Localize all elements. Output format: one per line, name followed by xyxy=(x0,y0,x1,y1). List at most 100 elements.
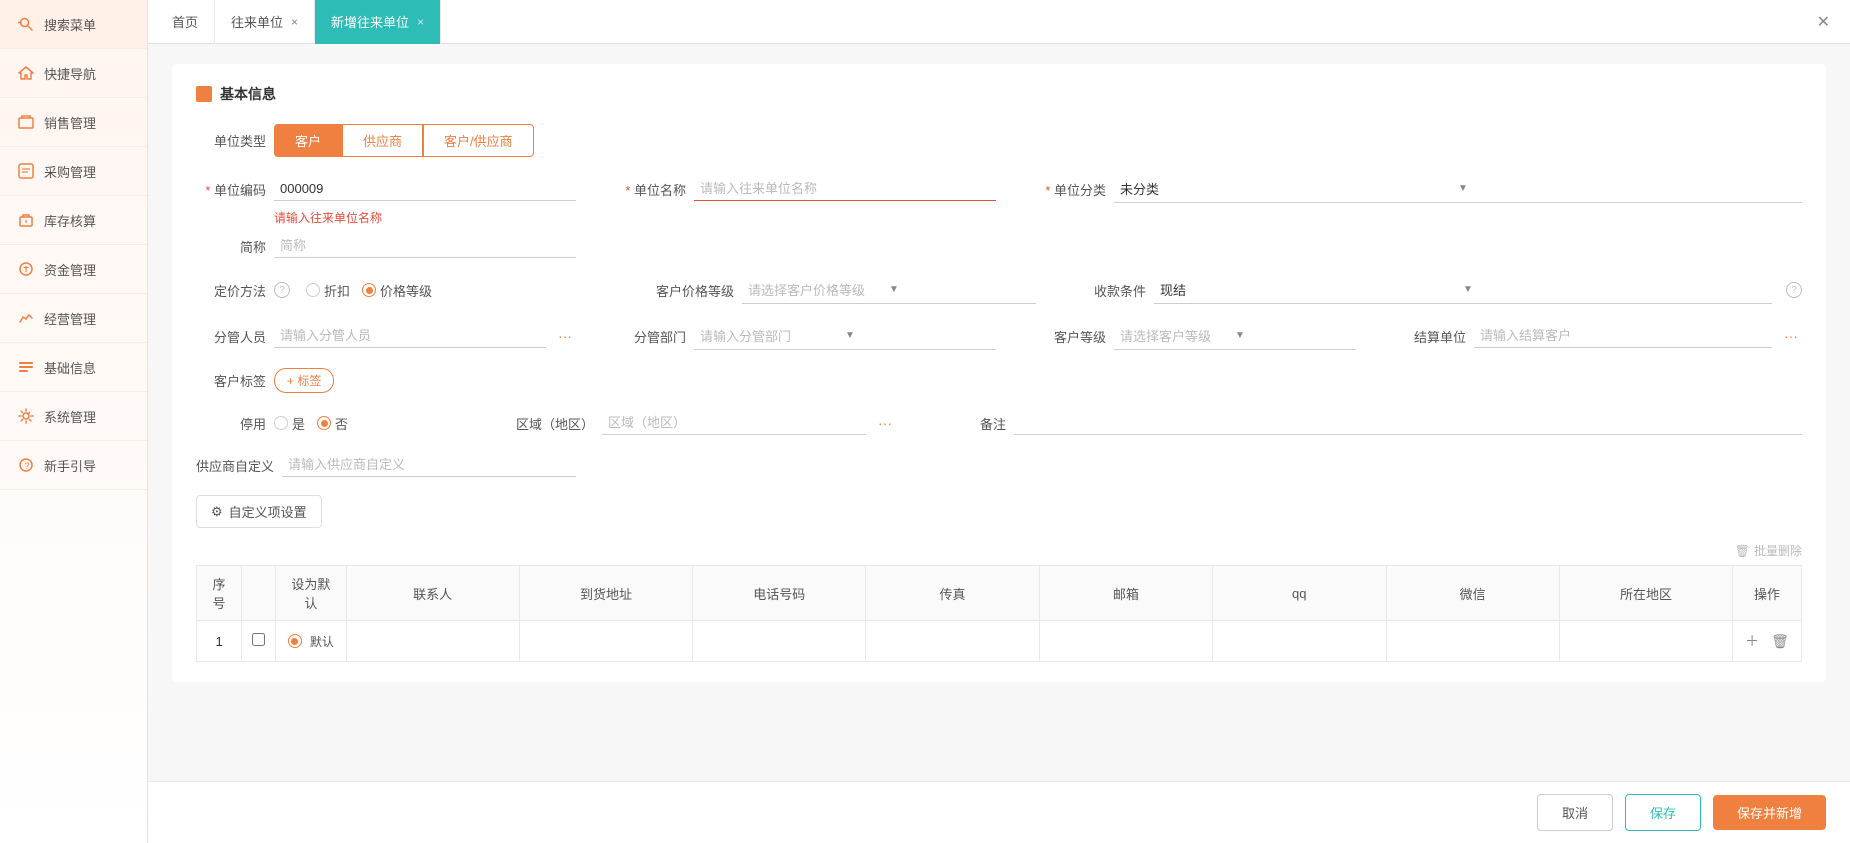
sidebar-finance-label: 资金管理 xyxy=(44,260,96,279)
manager-more-icon[interactable]: ··· xyxy=(554,328,576,344)
window-close-button[interactable]: ✕ xyxy=(1805,12,1842,32)
abbr-input[interactable] xyxy=(274,234,576,258)
settlement-field: 结算单位 ··· xyxy=(1396,324,1802,348)
unit-category-select[interactable]: 未分类 ▼ xyxy=(1114,175,1802,203)
yes-label: 是 xyxy=(292,414,305,433)
row-wechat[interactable] xyxy=(1386,621,1559,662)
sidebar-item-baseinfo[interactable]: 基础信息 xyxy=(0,343,147,392)
unit-type-buttons: 客户 供应商 客户/供应商 xyxy=(274,124,534,157)
address-input[interactable] xyxy=(530,634,682,649)
region-table-input[interactable] xyxy=(1570,634,1722,649)
unit-type-customer[interactable]: 客户 xyxy=(274,124,342,157)
row-region[interactable] xyxy=(1559,621,1732,662)
sidebar-item-system[interactable]: 系统管理 xyxy=(0,392,147,441)
sidebar-inventory-label: 库存核算 xyxy=(44,211,96,230)
wechat-input[interactable] xyxy=(1397,634,1549,649)
sidebar-guide-label: 新手引导 xyxy=(44,456,96,475)
tab-new-partner[interactable]: 新增往来单位 × xyxy=(315,0,441,44)
dept-select[interactable]: 请输入分管部门 ▼ xyxy=(694,322,996,350)
add-tag-button[interactable]: + 标签 xyxy=(274,368,334,393)
row-checkbox[interactable] xyxy=(242,621,276,662)
payment-help-icon[interactable]: ? xyxy=(1786,282,1802,298)
remark-field: 备注 xyxy=(936,411,1802,435)
sales-icon xyxy=(16,112,36,132)
tab-home[interactable]: 首页 xyxy=(156,0,215,44)
remark-input[interactable] xyxy=(1014,411,1802,435)
row-delete-button[interactable]: 🗑 xyxy=(1769,629,1791,653)
row-check-input[interactable] xyxy=(252,633,265,646)
sidebar-item-quicknav[interactable]: 快捷导航 xyxy=(0,49,147,98)
tab-partners[interactable]: 往来单位 × xyxy=(215,0,315,44)
sidebar-sales-label: 销售管理 xyxy=(44,113,96,132)
sidebar-item-purchase[interactable]: 采购管理 xyxy=(0,147,147,196)
row-address[interactable] xyxy=(519,621,692,662)
sidebar-item-inventory[interactable]: 库存核算 xyxy=(0,196,147,245)
tab-new-partner-close[interactable]: × xyxy=(417,15,424,29)
customer-level-select[interactable]: 请选择客户等级 ▼ xyxy=(1114,322,1356,350)
contact-table-wrapper: 序号 设为默认 联系人 到货地址 电话号码 传真 邮箱 qq 微信 所在地区 操… xyxy=(196,565,1802,662)
save-button[interactable]: 保存 xyxy=(1625,794,1701,831)
qq-input[interactable] xyxy=(1223,634,1376,649)
supplier-custom-input[interactable] xyxy=(282,453,576,477)
region-more-icon[interactable]: ··· xyxy=(874,415,896,431)
row-add-button[interactable]: ＋ xyxy=(1743,629,1761,653)
pricing-radio-level[interactable]: 价格等级 xyxy=(362,281,432,300)
sidebar-item-sales[interactable]: 销售管理 xyxy=(0,98,147,147)
pricing-radio-discount[interactable]: 折扣 xyxy=(306,281,350,300)
row-default-radio[interactable]: 默认 xyxy=(286,633,335,650)
remark-label: 备注 xyxy=(936,414,1006,433)
tab-partners-close[interactable]: × xyxy=(291,15,298,29)
row-actions: ＋ 🗑 xyxy=(1733,621,1802,662)
pricing-row: 定价方法 ? 折扣 价格等级 xyxy=(196,276,1802,304)
custom-settings-button[interactable]: ⚙ 自定义项设置 xyxy=(196,495,322,528)
region-input[interactable] xyxy=(602,411,866,435)
payment-select[interactable]: 现结 ▼ xyxy=(1154,276,1772,304)
batch-delete[interactable]: 🗑 批量删除 xyxy=(196,542,1802,559)
unit-type-row: 单位类型 客户 供应商 客户/供应商 xyxy=(196,124,1802,157)
row-contact[interactable] xyxy=(346,621,519,662)
unit-type-both[interactable]: 客户/供应商 xyxy=(423,124,534,157)
sidebar-item-guide[interactable]: ? 新手引导 xyxy=(0,441,147,490)
contact-input[interactable] xyxy=(357,634,509,649)
sidebar-item-operation[interactable]: 经营管理 xyxy=(0,294,147,343)
customer-level-field: 客户等级 请选择客户等级 ▼ xyxy=(1036,322,1356,350)
disabled-no[interactable]: 否 xyxy=(317,414,348,433)
row-qq[interactable] xyxy=(1213,621,1387,662)
row-fax[interactable] xyxy=(866,621,1039,662)
pricing-radio-group: 折扣 价格等级 xyxy=(306,281,432,300)
phone-input[interactable] xyxy=(703,634,855,649)
section-title-text: 基本信息 xyxy=(220,84,276,104)
unit-name-field: 单位名称 xyxy=(616,177,996,201)
disabled-yes[interactable]: 是 xyxy=(274,414,305,433)
settlement-input[interactable] xyxy=(1474,324,1772,348)
pricing-field: 定价方法 ? 折扣 价格等级 xyxy=(196,281,616,300)
save-and-new-button[interactable]: 保存并新增 xyxy=(1713,795,1826,830)
unit-code-input[interactable] xyxy=(274,177,576,201)
chevron-down-icon: ▼ xyxy=(1458,183,1796,194)
unit-code-label: 单位编码 xyxy=(196,180,266,199)
info-icon xyxy=(16,357,36,377)
settlement-more-icon[interactable]: ··· xyxy=(1780,328,1802,344)
sidebar-item-search[interactable]: 搜索菜单 xyxy=(0,0,147,49)
sidebar-item-finance[interactable]: 资金管理 xyxy=(0,245,147,294)
customer-price-select[interactable]: 请选择客户价格等级 ▼ xyxy=(742,276,1036,304)
email-input[interactable] xyxy=(1050,634,1202,649)
unit-name-input[interactable] xyxy=(694,177,996,201)
unit-category-label: 单位分类 xyxy=(1036,180,1106,199)
customer-price-field: 客户价格等级 请选择客户价格等级 ▼ xyxy=(656,276,1036,304)
col-region: 所在地区 xyxy=(1559,566,1732,621)
abbr-label: 简称 xyxy=(196,237,266,256)
chevron-down-icon2: ▼ xyxy=(889,284,1030,295)
row-default: 默认 xyxy=(276,621,346,662)
tab-partners-label: 往来单位 xyxy=(231,12,283,31)
level-radio-circle xyxy=(362,283,376,297)
level-label: 价格等级 xyxy=(380,281,432,300)
cancel-button[interactable]: 取消 xyxy=(1537,794,1613,831)
unit-type-supplier[interactable]: 供应商 xyxy=(342,124,423,157)
fax-input[interactable] xyxy=(876,634,1028,649)
row-email[interactable] xyxy=(1039,621,1212,662)
pricing-help-icon[interactable]: ? xyxy=(274,282,290,298)
manager-input[interactable] xyxy=(274,324,546,348)
col-seq: 序号 xyxy=(197,566,242,621)
row-phone[interactable] xyxy=(693,621,866,662)
